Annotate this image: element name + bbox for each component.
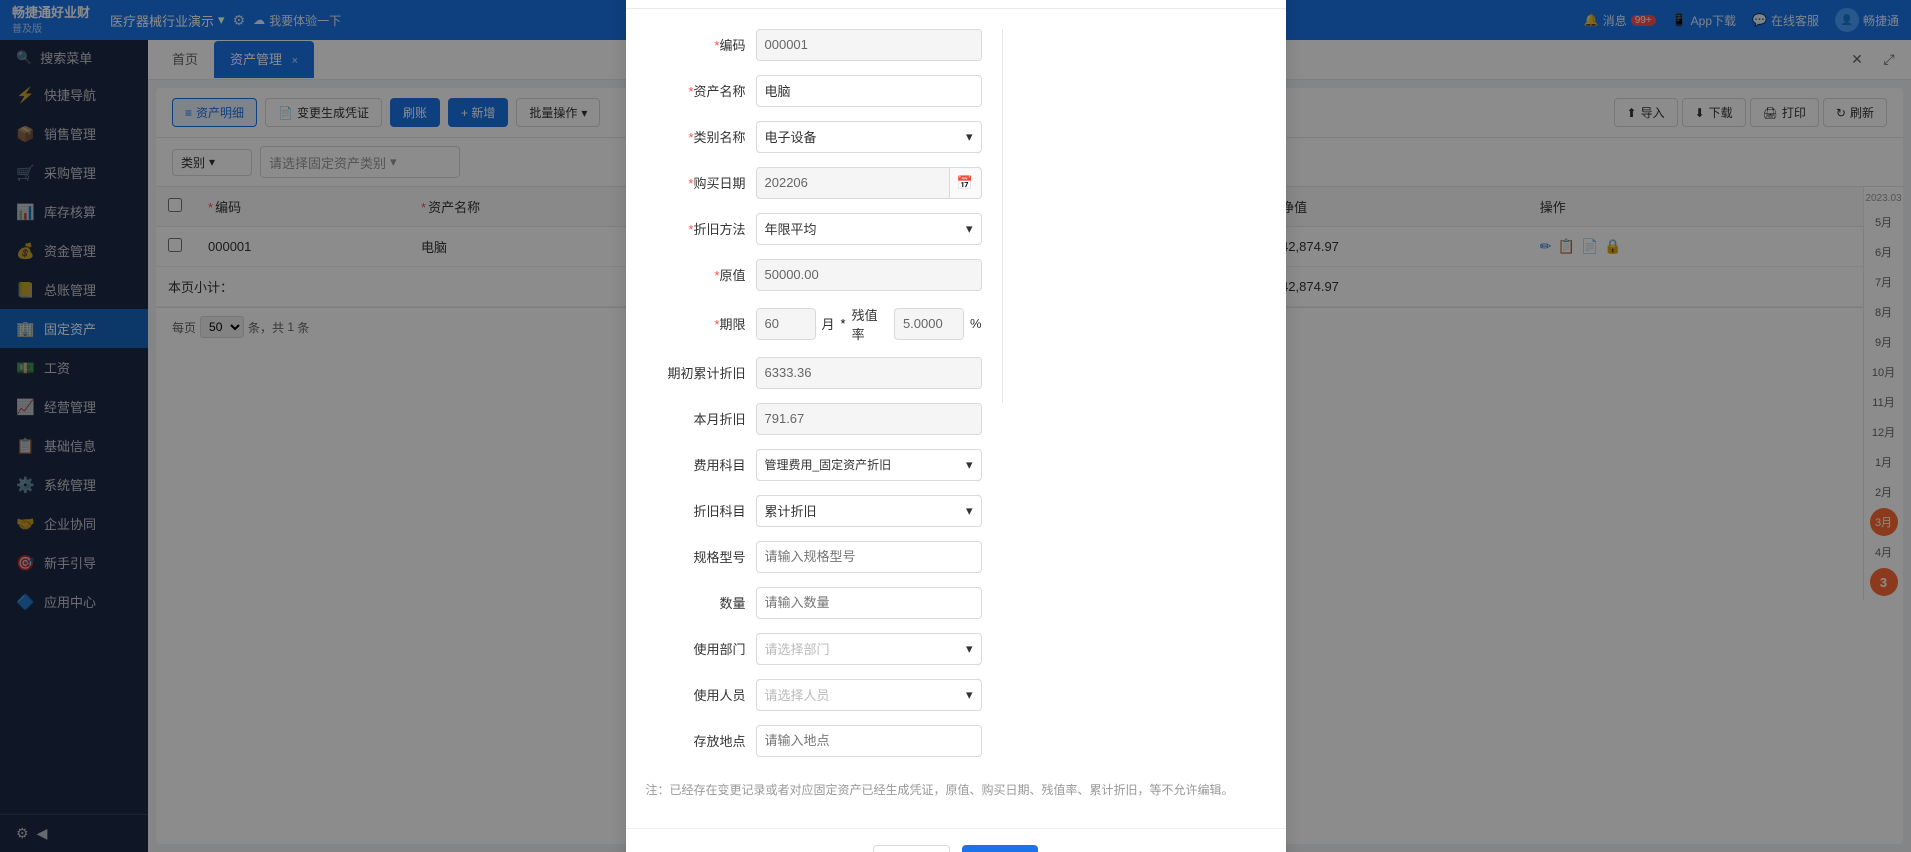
depr-method-arrow-icon: ▾ [966, 221, 973, 237]
period-residual-row: 月 * 残值率 % [756, 305, 982, 343]
form-row-location: 存放地点 [666, 725, 982, 757]
personnel-arrow-icon: ▾ [966, 687, 973, 703]
personnel-label: 使用人员 [666, 685, 756, 704]
asset-name-input[interactable] [756, 75, 982, 107]
purchase-date-input[interactable] [756, 167, 950, 199]
form-right-section: 本月折旧 费用科目 管理费用_固定资产折旧 ▾ 折旧科目 [646, 403, 1002, 771]
residual-rate-unit-label: % [970, 316, 982, 331]
code-input[interactable] [756, 29, 982, 61]
category-select[interactable]: 电子设备 ▾ [756, 121, 982, 153]
form-row-category: *类别名称 电子设备 ▾ [666, 121, 982, 153]
depr-method-label: *折旧方法 [666, 219, 756, 238]
period-unit-label: 月 [822, 314, 835, 333]
form-row-purchase-date: *购买日期 📅 [666, 167, 982, 199]
edit-fixed-asset-modal: 编辑固定资产 × *编码 *资产名称 [626, 0, 1286, 852]
quantity-input[interactable] [756, 587, 982, 619]
expense-subject-label: 费用科目 [666, 455, 756, 474]
form-divider [1002, 29, 1003, 403]
modal-overlay: 编辑固定资产 × *编码 *资产名称 [0, 0, 1911, 852]
monthly-depr-input[interactable] [756, 403, 982, 435]
purchase-date-field: 📅 [756, 167, 982, 199]
modal-note: 注：已经存在变更记录或者对应固定资产已经生成凭证，原值、购买日期、残值率、累计折… [646, 781, 1266, 808]
category-label: *类别名称 [666, 127, 756, 146]
form-row-expense-subject: 费用科目 管理费用_固定资产折旧 ▾ [666, 449, 982, 481]
code-label: *编码 [666, 35, 756, 54]
expense-subject-arrow-icon: ▾ [966, 457, 973, 473]
form-row-department: 使用部门 请选择部门 ▾ [666, 633, 982, 665]
form-row-asset-name: *资产名称 [666, 75, 982, 107]
form-row-quantity: 数量 [666, 587, 982, 619]
init-accum-depr-label: 期初累计折旧 [666, 363, 756, 382]
modal-footer: 取消 保存 [626, 828, 1286, 852]
form-row-personnel: 使用人员 请选择人员 ▾ [666, 679, 982, 711]
modal-header: 编辑固定资产 × [626, 0, 1286, 9]
form-row-spec: 规格型号 [666, 541, 982, 573]
period-input[interactable] [756, 308, 816, 340]
asset-name-label: *资产名称 [666, 81, 756, 100]
monthly-depr-label: 本月折旧 [666, 409, 756, 428]
department-select[interactable]: 请选择部门 ▾ [756, 633, 982, 665]
form-row-original-value: *原值 [666, 259, 982, 291]
residual-rate-input[interactable] [894, 308, 964, 340]
personnel-select[interactable]: 请选择人员 ▾ [756, 679, 982, 711]
depr-subject-select[interactable]: 累计折旧 ▾ [756, 495, 982, 527]
calendar-icon[interactable]: 📅 [950, 167, 982, 199]
form-row-depr-method: *折旧方法 年限平均 ▾ [666, 213, 982, 245]
form-row-init-accum-depr: 期初累计折旧 [666, 357, 982, 389]
quantity-label: 数量 [666, 593, 756, 612]
department-label: 使用部门 [666, 639, 756, 658]
init-accum-depr-input[interactable] [756, 357, 982, 389]
location-label: 存放地点 [666, 731, 756, 750]
expense-subject-select[interactable]: 管理费用_固定资产折旧 ▾ [756, 449, 982, 481]
depr-subject-label: 折旧科目 [666, 501, 756, 520]
form-row-monthly-depr: 本月折旧 [666, 403, 982, 435]
form-left-section: *编码 *资产名称 *类别名称 [646, 29, 1002, 403]
period-label: *期限 [666, 314, 756, 333]
original-value-label: *原值 [666, 265, 756, 284]
purchase-date-label: *购买日期 [666, 173, 756, 192]
residual-rate-label: 残值率 [852, 305, 888, 343]
form-row-code: *编码 [666, 29, 982, 61]
spec-input[interactable] [756, 541, 982, 573]
location-input[interactable] [756, 725, 982, 757]
original-value-input[interactable] [756, 259, 982, 291]
category-select-arrow-icon: ▾ [966, 129, 973, 145]
modal-body: *编码 *资产名称 *类别名称 [626, 9, 1286, 828]
form-row-period: *期限 月 * 残值率 % [666, 305, 982, 343]
spec-label: 规格型号 [666, 547, 756, 566]
depr-method-select[interactable]: 年限平均 ▾ [756, 213, 982, 245]
cancel-button[interactable]: 取消 [873, 845, 949, 852]
depr-subject-arrow-icon: ▾ [966, 503, 973, 519]
department-arrow-icon: ▾ [966, 641, 973, 657]
form-grid: *编码 *资产名称 *类别名称 [646, 29, 1266, 771]
save-button[interactable]: 保存 [962, 845, 1038, 852]
form-row-depr-subject: 折旧科目 累计折旧 ▾ [666, 495, 982, 527]
